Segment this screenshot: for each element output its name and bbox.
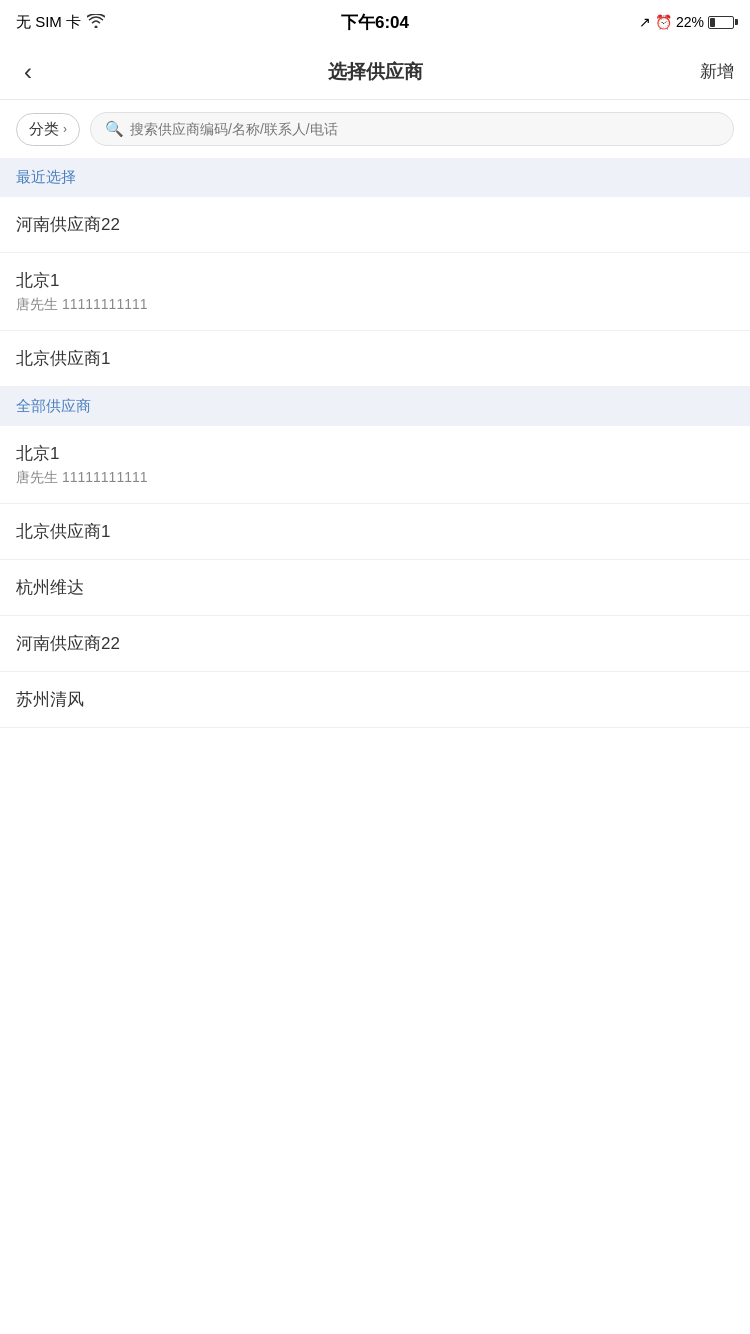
all-item-sub-0: 唐先生 11111111111	[16, 469, 734, 487]
all-item-name-1: 北京供应商1	[16, 520, 734, 543]
all-item-name-3: 河南供应商22	[16, 632, 734, 655]
all-item-2[interactable]: 杭州维达	[0, 560, 750, 616]
status-bar: 无 SIM 卡 下午6:04 ↗ ⏰ 22%	[0, 0, 750, 44]
search-icon: 🔍	[105, 120, 124, 138]
filter-row: 分类 › 🔍	[0, 100, 750, 158]
all-item-name-0: 北京1	[16, 442, 734, 465]
search-input[interactable]	[130, 121, 719, 137]
recent-item-name-1: 北京1	[16, 269, 734, 292]
all-item-3[interactable]: 河南供应商22	[0, 616, 750, 672]
search-box[interactable]: 🔍	[90, 112, 734, 146]
carrier-text: 无 SIM 卡	[16, 13, 81, 32]
battery-percent: 22%	[676, 14, 704, 30]
all-item-name-2: 杭州维达	[16, 576, 734, 599]
all-items-list: 北京1 唐先生 11111111111 北京供应商1 杭州维达 河南供应商22 …	[0, 426, 750, 728]
recent-section-label: 最近选择	[16, 168, 76, 185]
status-left: 无 SIM 卡	[16, 13, 105, 32]
all-item-4[interactable]: 苏州清风	[0, 672, 750, 728]
recent-section-header: 最近选择	[0, 158, 750, 197]
recent-item-name-0: 河南供应商22	[16, 213, 734, 236]
all-item-1[interactable]: 北京供应商1	[0, 504, 750, 560]
wifi-icon	[87, 14, 105, 31]
recent-items-list: 河南供应商22 北京1 唐先生 11111111111 北京供应商1	[0, 197, 750, 387]
recent-item-2[interactable]: 北京供应商1	[0, 331, 750, 387]
status-right: ↗ ⏰ 22%	[639, 14, 734, 30]
recent-item-name-2: 北京供应商1	[16, 347, 734, 370]
chevron-right-icon: ›	[63, 122, 67, 136]
category-label: 分类	[29, 120, 59, 139]
nav-bar: ‹ 选择供应商 新增	[0, 44, 750, 100]
add-button[interactable]: 新增	[700, 60, 734, 83]
battery-icon	[708, 16, 734, 29]
back-button[interactable]: ‹	[16, 52, 40, 92]
page-title: 选择供应商	[328, 59, 423, 85]
location-icon: ↗	[639, 14, 651, 30]
alarm-icon: ⏰	[655, 14, 672, 30]
recent-item-1[interactable]: 北京1 唐先生 11111111111	[0, 253, 750, 331]
status-time: 下午6:04	[341, 11, 409, 34]
recent-item-0[interactable]: 河南供应商22	[0, 197, 750, 253]
all-section-header: 全部供应商	[0, 387, 750, 426]
recent-item-sub-1: 唐先生 11111111111	[16, 296, 734, 314]
all-section-label: 全部供应商	[16, 397, 91, 414]
category-filter[interactable]: 分类 ›	[16, 113, 80, 146]
all-item-name-4: 苏州清风	[16, 688, 734, 711]
all-item-0[interactable]: 北京1 唐先生 11111111111	[0, 426, 750, 504]
